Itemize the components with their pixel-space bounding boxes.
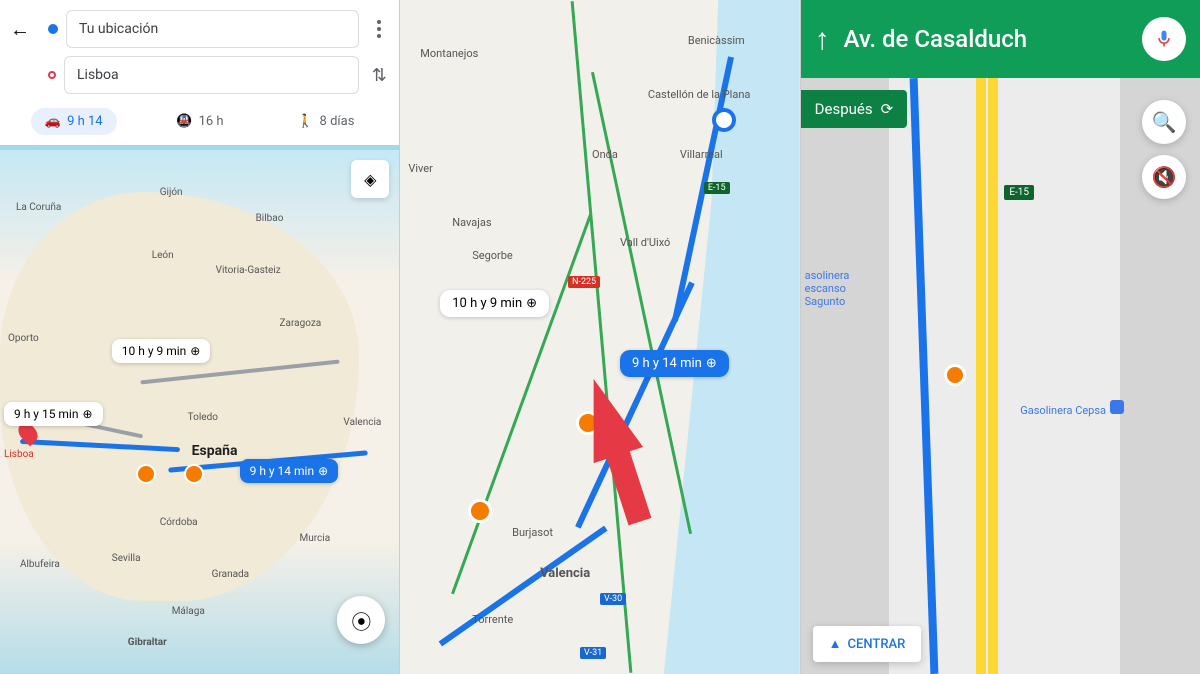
nav-header: ↑ Av. de Casalduch: [801, 0, 1200, 78]
destination-input[interactable]: [64, 56, 359, 94]
city-label: Valencia: [540, 566, 590, 581]
search-icon: 🔍: [1152, 110, 1177, 134]
directions-topbar: ← ⇅ 🚗9 h 14 🚇16 h 🚶8 días: [0, 0, 399, 145]
nav-map[interactable]: E-15 asolinera escanso Sagunto Gasoliner…: [801, 78, 1200, 674]
city-label: Sevilla: [112, 553, 141, 564]
city-label: Murcia: [299, 533, 330, 544]
mute-button[interactable]: 🔇: [1142, 155, 1186, 199]
directions-panel: ← ⇅ 🚗9 h 14 🚇16 h 🚶8 días La Coruña Gijó…: [0, 0, 399, 674]
city-label: Toledo: [188, 412, 218, 423]
route-main-time-pill[interactable]: 9 h y 14 min ⊕: [240, 459, 339, 483]
origin-dot-icon: [48, 24, 58, 34]
city-label: Castellón de la Plana: [648, 88, 751, 101]
straight-arrow-icon: ↑: [815, 22, 830, 57]
roundabout-icon: ⟳: [881, 100, 894, 118]
city-label: La Coruña: [16, 202, 61, 213]
walk-icon: 🚶: [297, 114, 313, 129]
voice-button[interactable]: [1142, 17, 1186, 61]
mode-walk[interactable]: 🚶8 días: [283, 108, 368, 135]
speed-camera-icon: [184, 464, 204, 484]
city-label: Málaga: [172, 606, 205, 617]
destination-dot-icon: [48, 71, 56, 79]
origin-input[interactable]: [66, 10, 359, 48]
city-label: Granada: [212, 569, 250, 580]
route-main-time-pill[interactable]: 9 h y 14 min ⊕: [620, 350, 729, 377]
car-icon: 🚗: [45, 114, 61, 129]
crosshair-icon: ⦿: [351, 606, 371, 635]
road-badge-e: E-15: [704, 182, 730, 194]
city-label: Oporto: [8, 333, 39, 344]
city-label: Vitoria-Gasteiz: [216, 265, 281, 276]
overview-map[interactable]: La Coruña Gijón Bilbao León Vitoria-Gast…: [0, 150, 399, 674]
mode-transit[interactable]: 🚇16 h: [162, 108, 237, 135]
mute-icon: 🔇: [1152, 165, 1177, 189]
city-label: Villarreal: [680, 148, 723, 161]
road-badge: V-30: [600, 593, 626, 605]
speed-camera-icon: [944, 364, 966, 386]
city-label: Lisboa: [4, 449, 34, 460]
my-location-button[interactable]: ⦿: [337, 596, 385, 644]
road-badge: N-225: [568, 276, 600, 288]
city-label: Benicàssim: [688, 34, 745, 47]
mic-icon: [1154, 29, 1174, 49]
city-label: Navajas: [452, 216, 491, 229]
city-label: Gibraltar: [128, 637, 167, 648]
country-label: España: [192, 443, 238, 459]
city-label: León: [152, 250, 174, 261]
overflow-menu-button[interactable]: [367, 17, 391, 41]
transit-icon: 🚇: [176, 114, 192, 129]
poi-gas-station[interactable]: asolinera escanso Sagunto: [805, 269, 850, 308]
city-label: Zaragoza: [280, 318, 322, 329]
gas-icon: [1110, 400, 1124, 414]
city-label: Torrente: [472, 613, 513, 626]
city-label: Bilbao: [256, 213, 284, 224]
speed-camera-icon: [468, 499, 492, 523]
search-button[interactable]: 🔍: [1142, 100, 1186, 144]
poi-gas-station[interactable]: Gasolinera Cepsa: [1020, 400, 1124, 417]
road-badge: V-31: [580, 647, 606, 659]
annotation-arrow-icon: [569, 371, 643, 463]
layers-button[interactable]: ◈: [351, 160, 389, 198]
city-label: Onda: [592, 148, 618, 161]
city-label: Montanejos: [420, 47, 478, 60]
route-alt-time-pill[interactable]: 10 h y 9 min ⊕: [112, 339, 211, 363]
layers-icon: ◈: [364, 170, 376, 189]
city-label: Córdoba: [160, 517, 198, 528]
navigation-panel: ↑ Av. de Casalduch E-15 asolinera escans…: [801, 0, 1200, 674]
recenter-button[interactable]: ▲CENTRAR: [813, 626, 922, 662]
road-badge-e: E-15: [1004, 185, 1034, 200]
back-button[interactable]: ←: [8, 17, 32, 41]
city-label: Gijón: [160, 187, 183, 198]
city-label: Segorbe: [472, 249, 513, 262]
route-alt-time-pill[interactable]: 10 h y 9 min ⊕: [440, 290, 549, 317]
nav-arrow-icon: ▲: [829, 636, 842, 652]
city-label: Vall d'Uixó: [620, 236, 670, 249]
swap-button[interactable]: ⇅: [367, 63, 391, 87]
next-step-chip[interactable]: Después⟳: [801, 90, 908, 128]
city-label: Valencia: [343, 417, 381, 428]
city-label: Albufeira: [20, 559, 60, 570]
route-alt-time-pill[interactable]: 9 h y 15 min ⊕: [4, 402, 103, 426]
nav-street-label: Av. de Casalduch: [844, 25, 1128, 53]
start-marker-icon: [712, 108, 736, 132]
city-label: Viver: [408, 162, 433, 175]
city-label: Burjasot: [512, 526, 553, 539]
route-zoom-panel[interactable]: Montanejos Benicàssim Castellón de la Pl…: [399, 0, 800, 674]
mode-car[interactable]: 🚗9 h 14: [31, 108, 117, 135]
